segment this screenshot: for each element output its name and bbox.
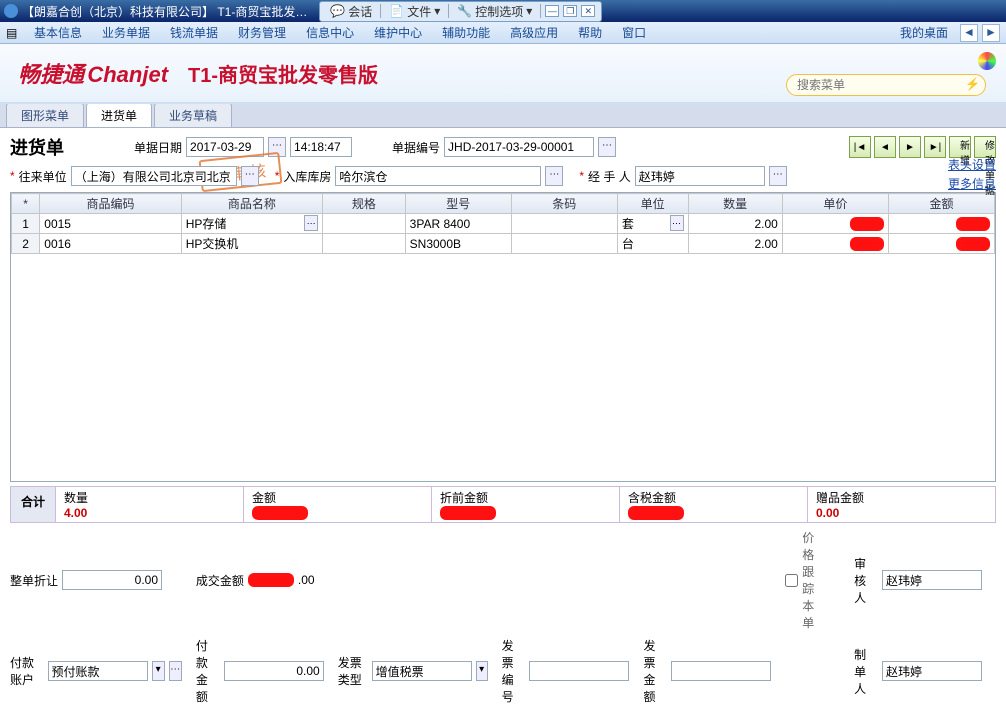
form-header: 进货单 单据日期 ⋯ 单据编号 ⋯ |◄ ◄ ► ►| 新增 修改单据 已审核 (0, 128, 1006, 162)
docno-field: 单据编号 ⋯ (392, 137, 616, 157)
nav-back-icon[interactable]: ◄ (960, 24, 978, 42)
win-icon: ▤ (6, 26, 18, 40)
tab-purchase[interactable]: 进货单 (86, 103, 152, 127)
warehouse-picker-icon[interactable]: ⋯ (545, 166, 563, 186)
control-menu[interactable]: 🔧 控制选项 ▾ (453, 3, 536, 20)
edit-button[interactable]: 修改单据 (974, 136, 996, 158)
new-button[interactable]: 新增 (949, 136, 971, 158)
warehouse-input[interactable] (335, 166, 541, 186)
last-button[interactable]: ►| (924, 136, 946, 158)
menu-adv[interactable]: 高级应用 (502, 24, 566, 41)
docno-input[interactable] (444, 137, 594, 157)
time-input[interactable] (290, 137, 352, 157)
menu-maint[interactable]: 维护中心 (366, 24, 430, 41)
date-input[interactable] (186, 137, 264, 157)
remote-min-icon[interactable]: — (545, 5, 559, 17)
maker-input[interactable] (882, 661, 982, 681)
redacted: xxx (956, 237, 990, 251)
totals-bar: 合计 数量4.00 金额xxxxxx 折前金额xxxxxx 含税金额xxxxxx… (10, 486, 996, 523)
vendor-picker-icon[interactable]: ⋯ (241, 166, 259, 186)
remote-toolbar: 💬 会话 📄 文件 ▾ 🔧 控制选项 ▾ — ❐ ✕ (319, 1, 602, 22)
menu-aux[interactable]: 辅助功能 (434, 24, 498, 41)
file-menu[interactable]: 📄 文件 ▾ (385, 3, 444, 20)
menu-desktop[interactable]: 我的桌面 (892, 24, 956, 42)
form-row2: *往来单位 ⋯ *入库库房 ⋯ *经 手 人 ⋯ 表头设置 更多信息 (0, 162, 1006, 192)
first-button[interactable]: |◄ (849, 136, 871, 158)
handler-picker-icon[interactable]: ⋯ (769, 166, 787, 186)
payacct-picker-icon[interactable]: ⋯ (169, 661, 182, 681)
table-row[interactable]: 2 0016 HP交换机 SN3000B 台 2.00 xxx xxx (12, 234, 995, 254)
handler-field: *经 手 人 ⋯ (579, 166, 786, 186)
logo: 畅捷通 (18, 62, 84, 87)
search-input[interactable] (786, 74, 986, 96)
date-picker-icon[interactable]: ⋯ (268, 137, 286, 157)
payamt-input[interactable] (224, 661, 324, 681)
header-settings-link[interactable]: 表头设置 (948, 156, 996, 173)
grid: * 商品编码 商品名称 规格 型号 条码 单位 数量 单价 金额 1 0015 … (10, 192, 996, 482)
payacct-dropdown-icon[interactable]: ▾ (152, 661, 165, 681)
search-bolt-icon[interactable]: ⚡ (965, 77, 980, 91)
doc-tabs: 图形菜单 进货单 业务草稿 (0, 104, 1006, 128)
nav-fwd-icon[interactable]: ► (982, 24, 1000, 42)
logo-sub: Chanjet (87, 62, 168, 87)
date-field: 单据日期 ⋯ (134, 137, 352, 157)
docno-picker-icon[interactable]: ⋯ (598, 137, 616, 157)
prev-button[interactable]: ◄ (874, 136, 896, 158)
vendor-field: *往来单位 ⋯ (10, 166, 259, 186)
banner: 畅捷通 Chanjet T1-商贸宝批发零售版 ⚡ (0, 44, 1006, 104)
window-title: 【朗嘉合创（北京）科技有限公司】 T1-商贸宝批发… (22, 3, 307, 20)
menu-basic[interactable]: 基本信息 (26, 24, 90, 41)
invno-input[interactable] (529, 661, 629, 681)
redacted: xxx (850, 237, 884, 251)
search-box: ⚡ (786, 74, 986, 96)
payacct-input[interactable] (48, 661, 148, 681)
handler-input[interactable] (635, 166, 765, 186)
warehouse-field: *入库库房 ⋯ (275, 166, 564, 186)
discount-input[interactable] (62, 570, 162, 590)
doc-title: 进货单 (10, 134, 64, 160)
remote-restore-icon[interactable]: ❐ (563, 5, 577, 17)
cell-picker-icon[interactable]: ⋯ (304, 215, 318, 231)
price-track-checkbox[interactable] (785, 574, 798, 587)
menu-info[interactable]: 信息中心 (298, 24, 362, 41)
menu-help[interactable]: 帮助 (570, 24, 610, 41)
grid-header-row: * 商品编码 商品名称 规格 型号 条码 单位 数量 单价 金额 (12, 194, 995, 214)
menu-cash[interactable]: 钱流单据 (162, 24, 226, 41)
auditor-input[interactable] (882, 570, 982, 590)
remote-close-icon[interactable]: ✕ (581, 5, 595, 17)
invtype-dropdown-icon[interactable]: ▾ (476, 661, 488, 681)
menu-biz[interactable]: 业务单据 (94, 24, 158, 41)
vendor-input[interactable] (71, 166, 237, 186)
color-swirl-icon (978, 52, 996, 70)
invtype-input[interactable] (372, 661, 472, 681)
record-nav: |◄ ◄ ► ►| 新增 修改单据 (849, 136, 996, 158)
cell-picker-icon[interactable]: ⋯ (670, 215, 684, 231)
tab-draft[interactable]: 业务草稿 (154, 103, 232, 127)
main-menu: ▤ 基本信息 业务单据 钱流单据 财务管理 信息中心 维护中心 辅助功能 高级应… (0, 22, 1006, 44)
session-menu[interactable]: 💬 会话 (326, 3, 376, 20)
invamt-input[interactable] (671, 661, 771, 681)
app-icon (4, 4, 18, 18)
title-bar: 【朗嘉合创（北京）科技有限公司】 T1-商贸宝批发… 💬 会话 📄 文件 ▾ 🔧… (0, 0, 1006, 22)
menu-window[interactable]: 窗口 (614, 24, 654, 41)
side-links: 表头设置 更多信息 (948, 156, 996, 192)
tab-graph-menu[interactable]: 图形菜单 (6, 103, 84, 127)
table-row[interactable]: 1 0015 HP存储⋯ 3PAR 8400 套⋯ 2.00 xxx xxx (12, 214, 995, 234)
product-name: T1-商贸宝批发零售版 (188, 59, 378, 88)
redacted: xxx (956, 217, 990, 231)
next-button[interactable]: ► (899, 136, 921, 158)
more-info-link[interactable]: 更多信息 (948, 175, 996, 192)
redacted: xxx (850, 217, 884, 231)
menu-fin[interactable]: 财务管理 (230, 24, 294, 41)
